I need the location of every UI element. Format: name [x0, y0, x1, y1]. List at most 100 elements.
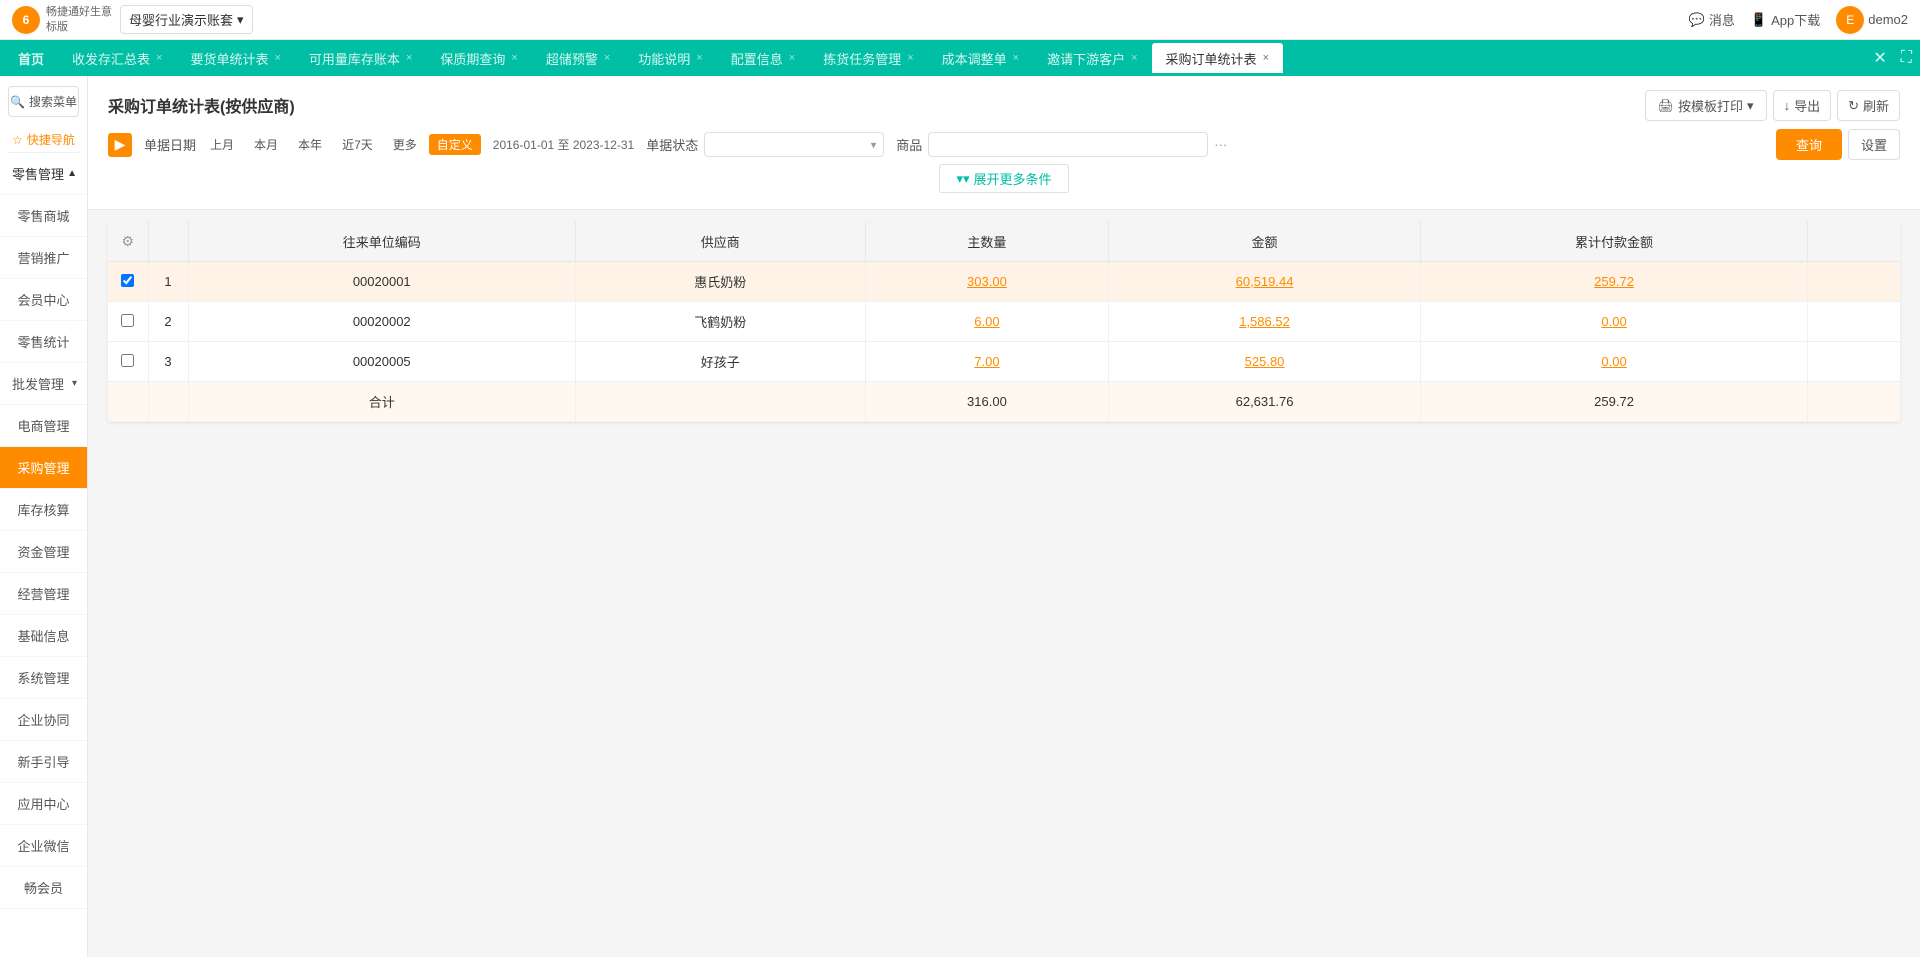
cell-index: 2 — [148, 302, 188, 342]
goods-input[interactable] — [928, 132, 1208, 157]
close-icon[interactable]: × — [789, 52, 795, 64]
settings-button[interactable]: 设置 — [1848, 129, 1900, 160]
sidebar-item-inventory[interactable]: 库存核算 — [0, 489, 87, 531]
table-row[interactable]: 1 00020001 惠氏奶粉 303.00 60,519.44 259.72 — [108, 262, 1900, 302]
cell-checkbox[interactable] — [108, 302, 148, 342]
cell-amount[interactable]: 1,586.52 — [1109, 302, 1421, 342]
date-shortcut-7days[interactable]: 近7天 — [334, 134, 381, 155]
th-amount[interactable]: 金额 — [1109, 222, 1421, 262]
expand-more-button[interactable]: ▾▾ 展开更多条件 — [939, 164, 1068, 193]
th-supplier[interactable]: 供应商 — [575, 222, 865, 262]
cell-checkbox[interactable] — [108, 342, 148, 382]
sidebar-item-marketing[interactable]: 营销推广 — [0, 237, 87, 279]
cell-paid-amount[interactable]: 0.00 — [1420, 302, 1807, 342]
fullscreen-button[interactable]: ⛶ — [1897, 49, 1916, 67]
expand-icon: ▾▾ — [956, 171, 969, 187]
sidebar-item-finance[interactable]: 资金管理 — [0, 531, 87, 573]
tab-caigou[interactable]: 采购订单统计表 × — [1152, 43, 1283, 73]
close-icon[interactable]: × — [511, 52, 517, 64]
close-icon[interactable]: × — [156, 52, 162, 64]
close-icon[interactable]: × — [1263, 52, 1269, 64]
sidebar-item-purchase[interactable]: 采购管理 — [0, 447, 87, 489]
cell-quantity[interactable]: 6.00 — [865, 302, 1109, 342]
tab-keyongliang[interactable]: 可用量库存账本 × — [295, 43, 426, 73]
close-icon[interactable]: × — [406, 52, 412, 64]
print-button[interactable]: 🖨 按模板打印 ▾ — [1645, 90, 1767, 121]
cell-amount[interactable]: 525.80 — [1109, 342, 1421, 382]
date-shortcut-this-year[interactable]: 本年 — [290, 134, 330, 155]
tab-shoufacun[interactable]: 收发存汇总表 × — [58, 43, 176, 73]
tab-chaochu[interactable]: 超储预警 × — [532, 43, 624, 73]
tab-home[interactable]: 首页 — [4, 43, 58, 73]
footer-paid-amount: 259.72 — [1420, 382, 1807, 422]
cell-amount[interactable]: 60,519.44 — [1109, 262, 1421, 302]
message-button[interactable]: 💬 消息 — [1689, 10, 1735, 29]
cell-unit-code: 00020005 — [188, 342, 575, 382]
date-shortcut-last-month[interactable]: 上月 — [202, 134, 242, 155]
refresh-icon: ↻ — [1848, 98, 1859, 114]
sidebar-item-enterprise-wechat[interactable]: 企业微信 — [0, 825, 87, 867]
close-icon[interactable]: × — [1131, 52, 1137, 64]
sidebar-item-enterprise-collab[interactable]: 企业协同 — [0, 699, 87, 741]
date-custom-tag[interactable]: 自定义 — [429, 134, 481, 155]
workspace-selector[interactable]: 母婴行业演示账套 ▾ — [120, 5, 253, 34]
th-quantity[interactable]: 主数量 — [865, 222, 1109, 262]
sidebar-item-member[interactable]: 畅会员 — [0, 867, 87, 909]
close-icon[interactable]: × — [696, 52, 702, 64]
cell-paid-amount[interactable]: 259.72 — [1420, 262, 1807, 302]
cell-quantity[interactable]: 303.00 — [865, 262, 1109, 302]
close-all-tabs-button[interactable]: ✕ — [1869, 48, 1890, 68]
search-menu-button[interactable]: 🔍 搜索菜单 — [8, 86, 79, 117]
sidebar-item-new-guide[interactable]: 新手引导 — [0, 741, 87, 783]
sidebar-item-operations[interactable]: 经营管理 — [0, 573, 87, 615]
close-icon[interactable]: × — [604, 52, 610, 64]
cell-supplier: 好孩子 — [575, 342, 865, 382]
sidebar-item-retail-management[interactable]: 零售管理 ▲ — [0, 153, 87, 195]
tab-baozhi[interactable]: 保质期查询 × — [426, 43, 531, 73]
goods-more-icon[interactable]: ··· — [1214, 137, 1227, 152]
data-table: ⚙ 往来单位编码 供应商 主数量 金额 累计付款金额 1 — [108, 222, 1900, 422]
status-select[interactable] — [704, 132, 884, 157]
tab-yaoqing[interactable]: 邀请下游客户 × — [1033, 43, 1151, 73]
close-icon[interactable]: × — [1013, 52, 1019, 64]
close-icon[interactable]: × — [274, 52, 280, 64]
logo-icon: 6 — [12, 6, 40, 34]
table-footer-row: 合计 316.00 62,631.76 259.72 — [108, 382, 1900, 422]
tab-jianhuo[interactable]: 拣货任务管理 × — [809, 43, 927, 73]
filter-expand-arrow[interactable]: ▶ — [108, 133, 132, 157]
sidebar-item-wholesale[interactable]: 批发管理 ▾ — [0, 363, 87, 405]
sidebar-item-basic-info[interactable]: 基础信息 — [0, 615, 87, 657]
sidebar-item-member-center[interactable]: 会员中心 — [0, 279, 87, 321]
cell-supplier: 惠氏奶粉 — [575, 262, 865, 302]
close-icon[interactable]: × — [907, 52, 913, 64]
sidebar-item-system[interactable]: 系统管理 — [0, 657, 87, 699]
table-row[interactable]: 2 00020002 飞鹤奶粉 6.00 1,586.52 0.00 — [108, 302, 1900, 342]
sidebar-item-app-center[interactable]: 应用中心 — [0, 783, 87, 825]
query-button[interactable]: 查询 — [1776, 129, 1842, 160]
logo-text: 畅捷通好生意 标版 — [46, 5, 112, 34]
date-shortcut-more[interactable]: 更多 — [385, 134, 425, 155]
cell-paid-amount[interactable]: 0.00 — [1420, 342, 1807, 382]
tab-chengben[interactable]: 成本调整单 × — [928, 43, 1033, 73]
cell-quantity[interactable]: 7.00 — [865, 342, 1109, 382]
th-settings[interactable]: ⚙ — [108, 222, 148, 262]
th-paid-amount[interactable]: 累计付款金额 — [1420, 222, 1807, 262]
sidebar-item-retail-shop[interactable]: 零售商城 — [0, 195, 87, 237]
cell-checkbox[interactable] — [108, 262, 148, 302]
refresh-button[interactable]: ↻ 刷新 — [1837, 90, 1900, 121]
table-row[interactable]: 3 00020005 好孩子 7.00 525.80 0.00 — [108, 342, 1900, 382]
export-button[interactable]: ↓ 导出 — [1773, 90, 1832, 121]
settings-icon[interactable]: ⚙ — [121, 233, 134, 249]
app-download-button[interactable]: 📱 App下载 — [1751, 10, 1820, 29]
th-unit-code[interactable]: 往来单位编码 — [188, 222, 575, 262]
tab-gongneng[interactable]: 功能说明 × — [624, 43, 716, 73]
quick-nav-button[interactable]: ☆ 快捷导航 — [8, 123, 79, 153]
th-extra — [1808, 222, 1900, 262]
user-menu[interactable]: E demo2 — [1836, 6, 1908, 34]
tab-yaohuo[interactable]: 要货单统计表 × — [176, 43, 294, 73]
tab-peizhi[interactable]: 配置信息 × — [717, 43, 809, 73]
sidebar-item-ecommerce[interactable]: 电商管理 — [0, 405, 87, 447]
chevron-up-icon: ▲ — [67, 168, 77, 179]
date-shortcut-this-month[interactable]: 本月 — [246, 134, 286, 155]
sidebar-item-retail-stats[interactable]: 零售统计 — [0, 321, 87, 363]
